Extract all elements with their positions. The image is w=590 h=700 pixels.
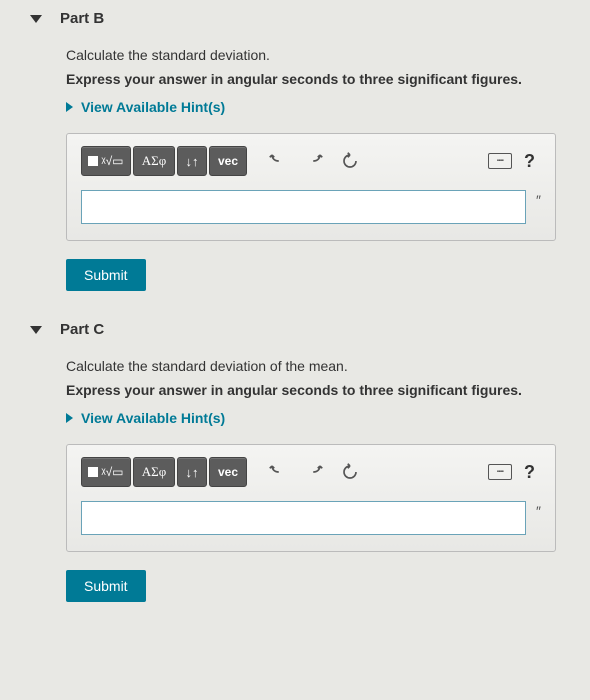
undo-icon [269, 152, 287, 170]
subscript-superscript-button[interactable]: ↓↑ [177, 146, 207, 176]
instruction-text: Calculate the standard deviation of the … [66, 358, 570, 374]
undo-button[interactable] [265, 459, 291, 485]
vector-button[interactable]: vec [209, 146, 247, 176]
formula-toolbar: ᵡ√▭ ΑΣφ ↓↑ vec ▪▪▪▪ ? [81, 146, 541, 176]
help-button[interactable]: ? [518, 462, 541, 483]
part-c-section: Part C Calculate the standard deviation … [30, 321, 570, 602]
reset-button[interactable] [337, 459, 363, 485]
templates-button[interactable]: ᵡ√▭ [81, 146, 131, 176]
part-b-body: Calculate the standard deviation. Expres… [30, 47, 570, 291]
part-b-section: Part B Calculate the standard deviation.… [30, 10, 570, 291]
reset-icon [341, 152, 359, 170]
answer-input[interactable] [81, 501, 526, 535]
hints-label: View Available Hint(s) [81, 410, 225, 426]
part-b-title: Part B [60, 10, 104, 27]
redo-icon [305, 463, 323, 481]
submit-button[interactable]: Submit [66, 259, 146, 291]
caret-right-icon [66, 102, 73, 112]
instruction-bold-text: Express your answer in angular seconds t… [66, 382, 570, 398]
keyboard-button[interactable]: ▪▪▪▪ [488, 464, 512, 480]
part-c-body: Calculate the standard deviation of the … [30, 358, 570, 602]
unit-label: ″ [536, 501, 541, 535]
undo-icon [269, 463, 287, 481]
submit-button[interactable]: Submit [66, 570, 146, 602]
templates-icon: ᵡ√▭ [88, 154, 123, 168]
part-c-title: Part C [60, 321, 104, 338]
redo-icon [305, 152, 323, 170]
help-button[interactable]: ? [518, 151, 541, 172]
redo-button[interactable] [301, 459, 327, 485]
keyboard-button[interactable]: ▪▪▪▪ [488, 153, 512, 169]
part-b-header[interactable]: Part B [30, 10, 570, 27]
unit-label: ″ [536, 190, 541, 224]
vector-button[interactable]: vec [209, 457, 247, 487]
part-c-header[interactable]: Part C [30, 321, 570, 338]
caret-down-icon [30, 15, 42, 23]
instruction-bold-text: Express your answer in angular seconds t… [66, 71, 570, 87]
hints-label: View Available Hint(s) [81, 99, 225, 115]
answer-input[interactable] [81, 190, 526, 224]
answer-box: ᵡ√▭ ΑΣφ ↓↑ vec ▪▪▪▪ ? [66, 133, 556, 241]
subscript-superscript-button[interactable]: ↓↑ [177, 457, 207, 487]
formula-toolbar: ᵡ√▭ ΑΣφ ↓↑ vec ▪▪▪▪ ? [81, 457, 541, 487]
greek-button[interactable]: ΑΣφ [133, 146, 175, 176]
caret-down-icon [30, 326, 42, 334]
answer-box: ᵡ√▭ ΑΣφ ↓↑ vec ▪▪▪▪ ? [66, 444, 556, 552]
templates-icon: ᵡ√▭ [88, 465, 123, 479]
undo-button[interactable] [265, 148, 291, 174]
view-hints-link[interactable]: View Available Hint(s) [66, 410, 570, 426]
view-hints-link[interactable]: View Available Hint(s) [66, 99, 570, 115]
greek-button[interactable]: ΑΣφ [133, 457, 175, 487]
reset-icon [341, 463, 359, 481]
instruction-text: Calculate the standard deviation. [66, 47, 570, 63]
templates-button[interactable]: ᵡ√▭ [81, 457, 131, 487]
reset-button[interactable] [337, 148, 363, 174]
caret-right-icon [66, 413, 73, 423]
redo-button[interactable] [301, 148, 327, 174]
